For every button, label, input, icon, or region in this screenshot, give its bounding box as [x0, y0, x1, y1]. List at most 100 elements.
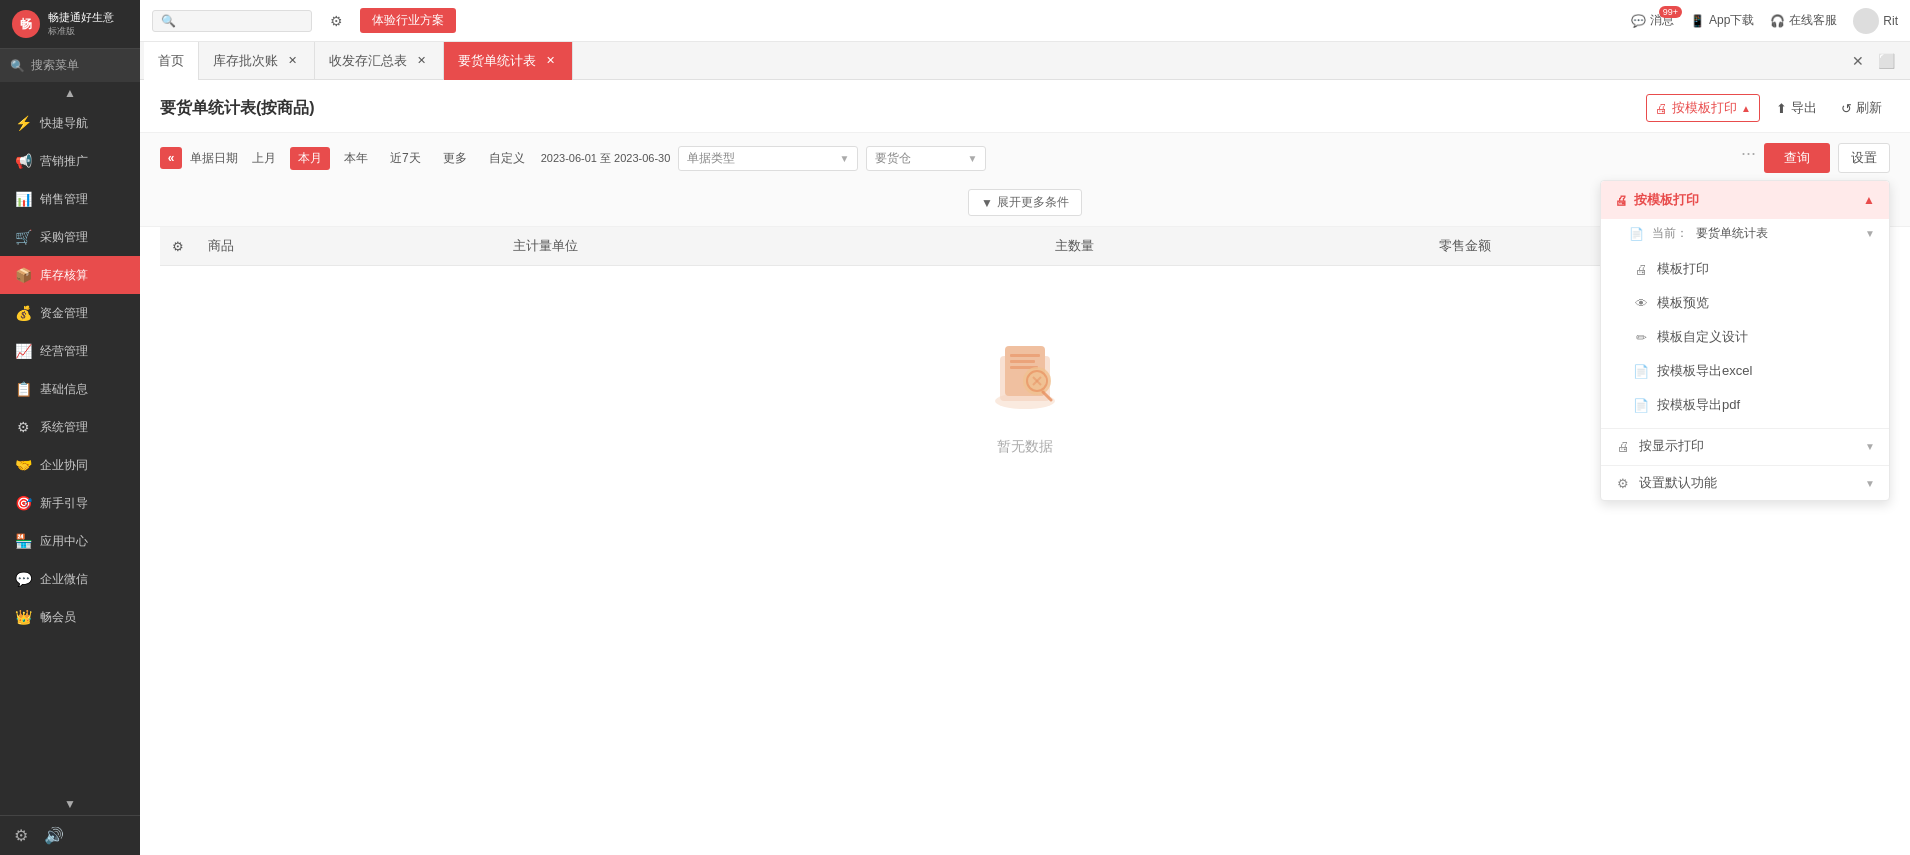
tab-requisition-stats[interactable]: 要货单统计表 ✕	[444, 42, 573, 80]
dropdown-item-template-preview[interactable]: 👁 模板预览	[1601, 286, 1889, 320]
tab-maximize-btn[interactable]: ⬜	[1874, 49, 1898, 73]
footer-sound-icon[interactable]: 🔊	[44, 826, 64, 845]
date-btn-custom[interactable]: 自定义	[481, 147, 533, 170]
dropdown-up-arrow[interactable]: ▲	[1863, 193, 1875, 207]
current-template-icon: 📄	[1629, 227, 1644, 241]
query-button[interactable]: 查询	[1764, 143, 1830, 173]
tab-requisition-stats-close[interactable]: ✕	[542, 53, 558, 69]
dropdown-item-label: 按模板导出pdf	[1657, 396, 1740, 414]
member-icon: 👑	[14, 608, 32, 626]
default-function-icon: ⚙	[1615, 475, 1631, 491]
current-template-name: 要货单统计表	[1696, 225, 1768, 242]
topbar-settings-icon[interactable]: ⚙	[322, 7, 350, 35]
main-area: 🔍 ⚙ 体验行业方案 💬 消息 99+ 📱 App下载 🎧 在线客服	[140, 0, 1910, 855]
topbar-search-box[interactable]: 🔍	[152, 10, 312, 32]
apps-icon: 🏪	[14, 532, 32, 550]
sidebar-item-inventory[interactable]: 📦 库存核算	[0, 256, 140, 294]
col-quantity-header: 主数量	[1043, 227, 1427, 266]
tab-inventory-batch[interactable]: 库存批次账 ✕	[199, 42, 315, 80]
tab-receipt-summary-label: 收发存汇总表	[329, 52, 407, 70]
sidebar-item-marketing[interactable]: 📢 营销推广	[0, 142, 140, 180]
col-settings-header[interactable]: ⚙	[160, 227, 196, 266]
trial-button[interactable]: 体验行业方案	[360, 8, 456, 33]
sidebar-item-sales[interactable]: 📊 销售管理	[0, 180, 140, 218]
dropdown-display-print[interactable]: 🖨 按显示打印 ▼	[1601, 428, 1889, 463]
sidebar-item-finance[interactable]: 💰 资金管理	[0, 294, 140, 332]
expand-icon: ▼	[981, 196, 993, 210]
dropdown-default-function[interactable]: ⚙ 设置默认功能 ▼	[1601, 465, 1889, 500]
display-print-icon: 🖨	[1615, 438, 1631, 454]
filter-collapse-btn[interactable]: «	[160, 147, 182, 169]
dropdown-template-items: 🖨 模板打印 👁 模板预览 ✏ 模板自定义设计 📄 按模板导出excel 📄	[1601, 248, 1889, 426]
export-btn[interactable]: ⬆ 导出	[1768, 95, 1825, 121]
category-filter-select[interactable]: 要货仓 ▼	[866, 146, 986, 171]
tab-inventory-batch-close[interactable]: ✕	[284, 53, 300, 69]
sidebar-item-apps[interactable]: 🏪 应用中心	[0, 522, 140, 560]
date-btn-this-month[interactable]: 本月	[290, 147, 330, 170]
tab-requisition-stats-label: 要货单统计表	[458, 52, 536, 70]
sidebar-item-label: 系统管理	[40, 419, 88, 436]
type-filter-select[interactable]: 单据类型 ▼	[678, 146, 858, 171]
app-icon: 📱	[1690, 14, 1705, 28]
date-btn-this-year[interactable]: 本年	[336, 147, 376, 170]
sidebar-scroll-up[interactable]: ▲	[0, 82, 140, 104]
dropdown-item-template-custom[interactable]: ✏ 模板自定义设计	[1601, 320, 1889, 354]
chevron-down-icon-2: ▼	[967, 153, 977, 164]
online-service-btn[interactable]: 🎧 在线客服	[1770, 12, 1837, 29]
template-preview-icon: 👁	[1633, 295, 1649, 311]
date-btn-more[interactable]: 更多	[435, 147, 475, 170]
sidebar-search[interactable]: 🔍 搜索菜单	[0, 49, 140, 82]
date-btn-7days[interactable]: 近7天	[382, 147, 429, 170]
more-options-btn[interactable]: ···	[1741, 143, 1756, 173]
dropdown-header: 🖨 按模板打印 ▲	[1601, 181, 1889, 219]
sidebar-scroll-down[interactable]: ▼	[0, 793, 140, 815]
dropdown-item-label: 模板预览	[1657, 294, 1709, 312]
dropdown-item-template-export-excel[interactable]: 📄 按模板导出excel	[1601, 354, 1889, 388]
dropdown-item-template-print[interactable]: 🖨 模板打印	[1601, 252, 1889, 286]
tab-close-window-btn[interactable]: ✕	[1846, 49, 1870, 73]
page-content: 要货单统计表(按商品) 🖨 按模板打印 ▲ ⬆ 导出 ↺ 刷新	[140, 80, 1910, 855]
sidebar-item-label: 采购管理	[40, 229, 88, 246]
page-title: 要货单统计表(按商品)	[160, 98, 315, 119]
sidebar-item-system[interactable]: ⚙ 系统管理	[0, 408, 140, 446]
dropdown-header-right: ▲	[1863, 193, 1875, 207]
purchase-icon: 🛒	[14, 228, 32, 246]
tab-receipt-summary-close[interactable]: ✕	[413, 53, 429, 69]
wechat-icon: 💬	[14, 570, 32, 588]
system-icon: ⚙	[14, 418, 32, 436]
footer-settings-icon[interactable]: ⚙	[14, 826, 28, 845]
dropdown-expandable-label: 设置默认功能	[1639, 474, 1717, 492]
messages-btn[interactable]: 💬 消息 99+	[1631, 12, 1674, 29]
settings-button[interactable]: 设置	[1838, 143, 1890, 173]
current-template-indicator: 📄 当前： 要货单统计表 ▼	[1601, 219, 1889, 248]
app-download-btn[interactable]: 📱 App下载	[1690, 12, 1754, 29]
dropdown-item-label: 按模板导出excel	[1657, 362, 1752, 380]
sidebar-item-operations[interactable]: 📈 经营管理	[0, 332, 140, 370]
sidebar-item-purchase[interactable]: 🛒 采购管理	[0, 218, 140, 256]
print-dropdown-menu: 🖨 按模板打印 ▲ 📄 当前： 要货单统计表 ▼ 🖨 模板打印	[1600, 180, 1890, 501]
col-unit-header: 主计量单位	[501, 227, 1043, 266]
sidebar-item-member[interactable]: 👑 畅会员	[0, 598, 140, 636]
sidebar-item-guide[interactable]: 🎯 新手引导	[0, 484, 140, 522]
date-filter-group: 单据日期 上月 本月 本年 近7天 更多 自定义	[190, 147, 533, 170]
sidebar-item-wechat[interactable]: 💬 企业微信	[0, 560, 140, 598]
sidebar-item-quick-nav[interactable]: ⚡ 快捷导航	[0, 104, 140, 142]
finance-icon: 💰	[14, 304, 32, 322]
date-btn-prev-month[interactable]: 上月	[244, 147, 284, 170]
tab-home[interactable]: 首页	[144, 42, 199, 80]
print-template-btn[interactable]: 🖨 按模板打印 ▲	[1646, 94, 1760, 122]
sidebar-item-basic[interactable]: 📋 基础信息	[0, 370, 140, 408]
dropdown-item-template-export-pdf[interactable]: 📄 按模板导出pdf	[1601, 388, 1889, 422]
topbar-search-input[interactable]	[180, 14, 300, 28]
guide-icon: 🎯	[14, 494, 32, 512]
empty-state-text: 暂无数据	[997, 438, 1053, 456]
sales-icon: 📊	[14, 190, 32, 208]
messages-badge: 99+	[1659, 6, 1682, 18]
expand-conditions-btn[interactable]: ▼ 展开更多条件	[968, 189, 1082, 216]
sidebar-item-label: 新手引导	[40, 495, 88, 512]
sidebar-item-enterprise[interactable]: 🤝 企业协同	[0, 446, 140, 484]
refresh-btn[interactable]: ↺ 刷新	[1833, 95, 1890, 121]
tab-receipt-summary[interactable]: 收发存汇总表 ✕	[315, 42, 444, 80]
user-avatar[interactable]: Rit	[1853, 8, 1898, 34]
svg-rect-4	[1010, 360, 1035, 363]
